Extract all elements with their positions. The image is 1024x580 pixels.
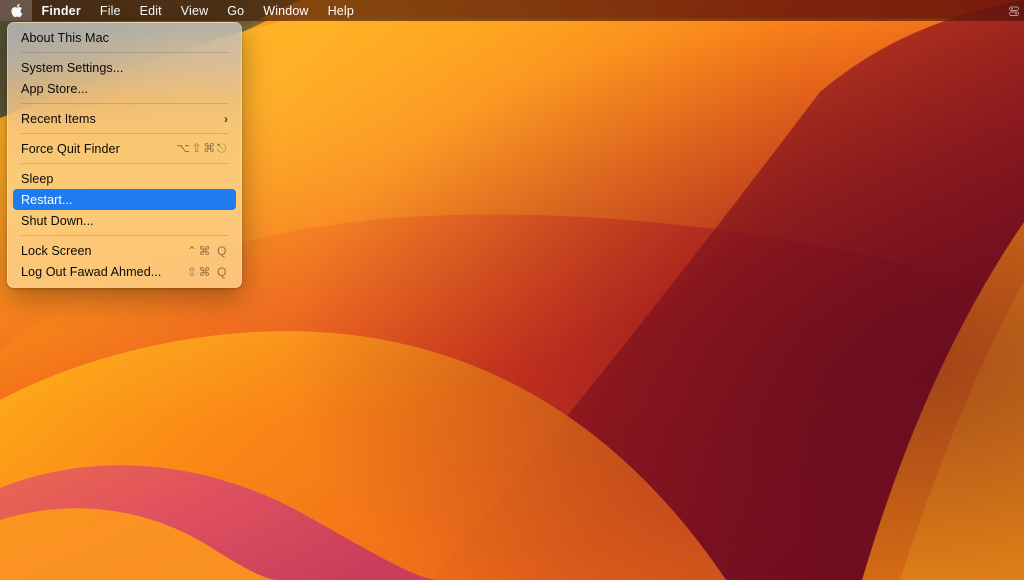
menu-item-shortcut: ⇧⌘ Q [187, 265, 228, 279]
menu-item-label: Shut Down... [21, 214, 94, 228]
menu-item-label: System Settings... [21, 61, 123, 75]
menu-item-log-out[interactable]: Log Out Fawad Ahmed... ⇧⌘ Q [13, 261, 236, 282]
menu-item-recent-items[interactable]: Recent Items › [13, 108, 236, 129]
menu-item-shortcut: ⌥⇧⌘⎋ [176, 141, 228, 156]
apple-menu-button[interactable] [0, 0, 32, 21]
menu-item-label: Sleep [21, 172, 53, 186]
menubar-item-edit[interactable]: Edit [130, 0, 171, 21]
menu-item-app-store[interactable]: App Store... [13, 78, 236, 99]
menu-item-sleep[interactable]: Sleep [13, 168, 236, 189]
menu-item-force-quit-finder[interactable]: Force Quit Finder ⌥⇧⌘⎋ [13, 138, 236, 159]
menubar-item-go[interactable]: Go [218, 0, 254, 21]
apple-dropdown-menu: About This Mac System Settings... App St… [7, 22, 242, 288]
menu-item-label: About This Mac [21, 31, 109, 45]
menu-separator [21, 103, 228, 104]
menu-item-label: Force Quit Finder [21, 142, 120, 156]
menu-item-label: App Store... [21, 82, 88, 96]
menu-separator [21, 133, 228, 134]
menubar-item-view[interactable]: View [171, 0, 217, 21]
menubar-item-file[interactable]: File [90, 0, 130, 21]
menu-separator [21, 235, 228, 236]
menu-separator [21, 52, 228, 53]
chevron-right-icon: › [224, 113, 228, 125]
menu-item-system-settings[interactable]: System Settings... [13, 57, 236, 78]
menu-separator [21, 163, 228, 164]
menu-item-lock-screen[interactable]: Lock Screen ⌃⌘ Q [13, 240, 236, 261]
menu-item-shut-down[interactable]: Shut Down... [13, 210, 236, 231]
menu-item-label: Lock Screen [21, 244, 92, 258]
menubar-item-help[interactable]: Help [318, 0, 363, 21]
apple-logo-icon [10, 3, 23, 18]
menu-item-shortcut: ⌃⌘ Q [187, 244, 228, 258]
menubar-status-area [1007, 0, 1024, 21]
menu-item-label: Restart... [21, 193, 73, 207]
menubar-item-finder[interactable]: Finder [32, 0, 90, 21]
menu-item-about-this-mac[interactable]: About This Mac [13, 27, 236, 48]
menu-item-label: Recent Items [21, 112, 96, 126]
menubar-item-window[interactable]: Window [254, 0, 318, 21]
menu-bar: Finder File Edit View Go Window Help [0, 0, 1024, 21]
control-center-icon[interactable] [1007, 4, 1020, 17]
menu-item-label: Log Out Fawad Ahmed... [21, 265, 161, 279]
menu-item-restart[interactable]: Restart... [13, 189, 236, 210]
